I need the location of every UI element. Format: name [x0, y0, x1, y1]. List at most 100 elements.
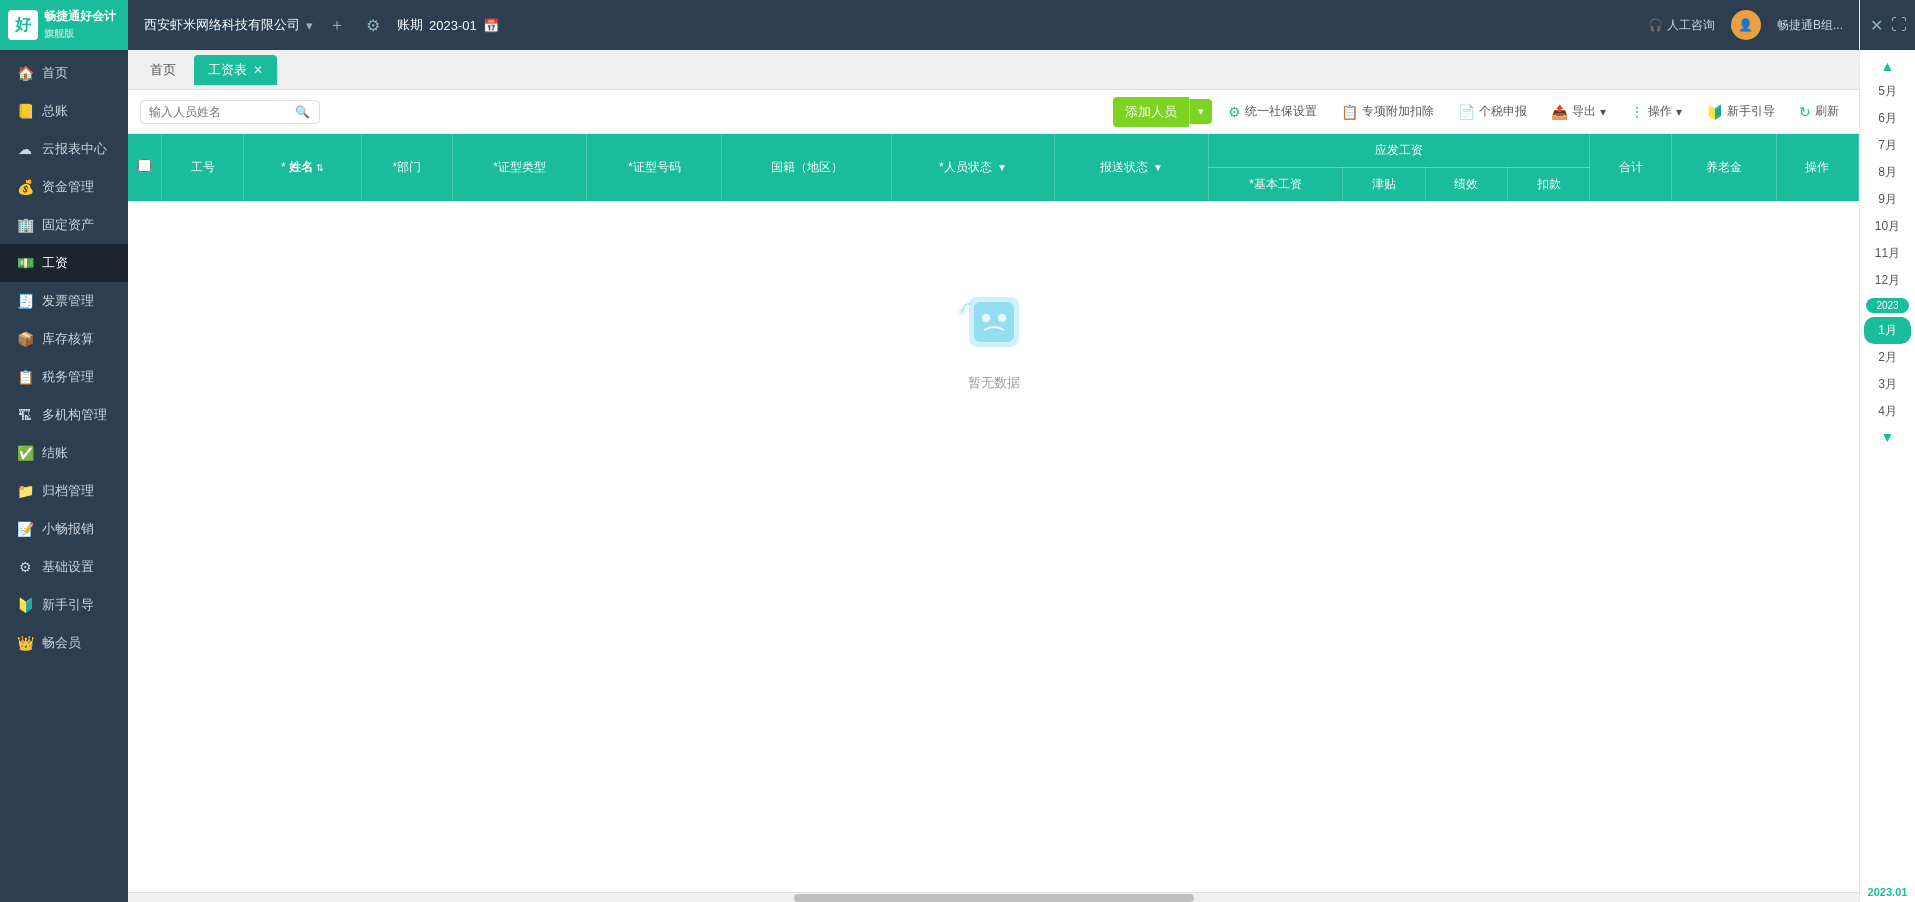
company-name: 西安虾米网络科技有限公司 [144, 16, 300, 34]
month-item-2023-1[interactable]: 1月 [1864, 317, 1911, 344]
month-nav-down[interactable]: ▼ [1860, 425, 1915, 449]
tabbar: 首页工资表✕ [128, 50, 1859, 90]
month-item-2023-3[interactable]: 3月 [1860, 371, 1915, 398]
tax-button[interactable]: 📄 个税申报 [1450, 99, 1535, 124]
sidebar-item-云报表中心[interactable]: ☁云报表中心 [0, 130, 128, 168]
th-base-salary: *基本工资 [1208, 168, 1343, 202]
month-item-2022-11[interactable]: 11月 [1860, 240, 1915, 267]
main-content: 西安虾米网络科技有限公司 ▾ ＋ ⚙ 账期 2023-01 📅 🎧 人工咨询 👤… [128, 0, 1859, 902]
month-item-2022-9[interactable]: 9月 [1860, 186, 1915, 213]
scrollbar-thumb[interactable] [794, 894, 1194, 902]
sidebar-item-畅会员[interactable]: 👑畅会员 [0, 624, 128, 662]
svg-point-4 [959, 309, 965, 315]
sidebar-item-归档管理[interactable]: 📁归档管理 [0, 472, 128, 510]
add-person-label: 添加人员 [1125, 103, 1177, 121]
svg-point-3 [998, 314, 1006, 322]
tab-label-0: 首页 [150, 61, 176, 79]
sidebar-item-首页[interactable]: 🏠首页 [0, 54, 128, 92]
user-name[interactable]: 畅捷通B组... [1777, 17, 1843, 34]
month-item-2022-5[interactable]: 5月 [1860, 78, 1915, 105]
maximize-panel-button[interactable]: ⛶ [1891, 16, 1907, 34]
year-label-2023: 2023 [1866, 298, 1909, 313]
tab-close-1[interactable]: ✕ [253, 63, 263, 77]
special-deduction-button[interactable]: 📋 专项附加扣除 [1333, 99, 1442, 124]
social-security-icon: ⚙ [1228, 104, 1241, 120]
sidebar-item-基础设置[interactable]: ⚙基础设置 [0, 548, 128, 586]
export-dropdown-icon: ▾ [1600, 105, 1606, 119]
sidebar-item-小畅报销[interactable]: 📝小畅报销 [0, 510, 128, 548]
th-id-type: *证型类型 [452, 134, 587, 201]
th-total: 合计 [1590, 134, 1672, 201]
operation-icon: ⋮ [1630, 104, 1644, 120]
add-person-btn-group: 添加人员 ▾ [1113, 97, 1212, 127]
account-period: 账期 2023-01 📅 [397, 16, 499, 34]
horizontal-scrollbar[interactable] [128, 892, 1859, 902]
sidebar-item-发票管理[interactable]: 🧾发票管理 [0, 282, 128, 320]
guide-button[interactable]: 🔰 新手引导 [1698, 99, 1783, 124]
right-panel-header: ✕ ⛶ [1860, 0, 1915, 50]
sidebar-item-库存核算[interactable]: 📦 库存核算 [0, 320, 128, 358]
tab-首页[interactable]: 首页 [136, 55, 190, 85]
month-item-2022-7[interactable]: 7月 [1860, 132, 1915, 159]
add-person-dropdown-button[interactable]: ▾ [1189, 99, 1212, 124]
export-button[interactable]: 📤 导出 ▾ [1543, 99, 1614, 124]
settings-icon[interactable]: ⚙ [361, 13, 385, 37]
app-logo: 好 畅捷通好会计 旗舰版 [0, 0, 128, 50]
tab-工资表[interactable]: 工资表✕ [194, 55, 277, 85]
sidebar-item-多机构管理[interactable]: 🏗多机构管理 [0, 396, 128, 434]
month-nav-up[interactable]: ▲ [1860, 54, 1915, 78]
sidebar: 好 畅捷通好会计 旗舰版 🏠首页 📒 总账 ☁云报表中心💰资金管理🏢固定资产💵工资🧾发… [0, 0, 128, 902]
sidebar-item-结账[interactable]: ✅结账 [0, 434, 128, 472]
th-checkbox[interactable] [128, 134, 162, 201]
search-box[interactable]: 🔍 [140, 100, 320, 124]
sidebar-item-资金管理[interactable]: 💰资金管理 [0, 168, 128, 206]
user-avatar[interactable]: 👤 [1731, 10, 1761, 40]
app-edition: 旗舰版 [44, 27, 116, 41]
special-deduction-icon: 📋 [1341, 104, 1358, 120]
social-security-label: 统一社保设置 [1245, 103, 1317, 120]
sidebar-label-1: 总账 [42, 102, 68, 120]
sidebar-icon-7: 📦 [16, 331, 34, 347]
search-input[interactable] [149, 105, 289, 119]
month-picker: ▲ 5月 6月 7月 8月 9月 10月 11月 12月 2023 1月 2月 … [1860, 50, 1915, 882]
close-panel-button[interactable]: ✕ [1870, 16, 1883, 35]
sidebar-label-11: 归档管理 [42, 482, 94, 500]
company-dropdown-icon[interactable]: ▾ [306, 18, 313, 33]
account-period-value: 2023-01 [429, 18, 477, 33]
sidebar-label-4: 固定资产 [42, 216, 94, 234]
current-period-display: 2023.01 [1860, 882, 1915, 902]
support-button[interactable]: 🎧 人工咨询 [1648, 17, 1715, 34]
month-item-2022-6[interactable]: 6月 [1860, 105, 1915, 132]
th-dept: *部门 [361, 134, 452, 201]
sidebar-label-8: 税务管理 [42, 368, 94, 386]
add-person-button[interactable]: 添加人员 [1113, 97, 1189, 127]
th-pension: 养老金 [1672, 134, 1776, 201]
svg-rect-1 [974, 302, 1014, 342]
sidebar-icon-6: 🧾 [16, 293, 34, 309]
avatar-icon: 👤 [1738, 18, 1753, 32]
month-item-2022-12[interactable]: 12月 [1860, 267, 1915, 294]
sidebar-label-7: 库存核算 [42, 330, 94, 348]
svg-point-2 [982, 314, 990, 322]
sidebar-item-固定资产[interactable]: 🏢固定资产 [0, 206, 128, 244]
sidebar-icon-1: 📒 [16, 103, 34, 119]
export-label: 导出 [1572, 103, 1596, 120]
sidebar-icon-10: ✅ [16, 445, 34, 461]
social-security-button[interactable]: ⚙ 统一社保设置 [1220, 99, 1325, 124]
month-item-2023-2[interactable]: 2月 [1860, 344, 1915, 371]
sidebar-label-2: 云报表中心 [42, 140, 107, 158]
topbar-right: 🎧 人工咨询 👤 畅捷通B组... [1648, 10, 1843, 40]
month-item-2022-10[interactable]: 10月 [1860, 213, 1915, 240]
operation-button[interactable]: ⋮ 操作 ▾ [1622, 99, 1690, 124]
month-item-2022-8[interactable]: 8月 [1860, 159, 1915, 186]
add-company-button[interactable]: ＋ [325, 13, 349, 37]
sidebar-item-总账[interactable]: 📒 总账 [0, 92, 128, 130]
company-selector[interactable]: 西安虾米网络科技有限公司 ▾ [144, 16, 313, 34]
select-all-checkbox[interactable] [138, 159, 151, 172]
calendar-icon[interactable]: 📅 [483, 18, 499, 33]
sidebar-item-新手引导[interactable]: 🔰新手引导 [0, 586, 128, 624]
sidebar-item-工资[interactable]: 💵工资 [0, 244, 128, 282]
sidebar-item-税务管理[interactable]: 📋税务管理 [0, 358, 128, 396]
month-item-2023-4[interactable]: 4月 [1860, 398, 1915, 425]
refresh-button[interactable]: ↻ 刷新 [1791, 99, 1847, 124]
